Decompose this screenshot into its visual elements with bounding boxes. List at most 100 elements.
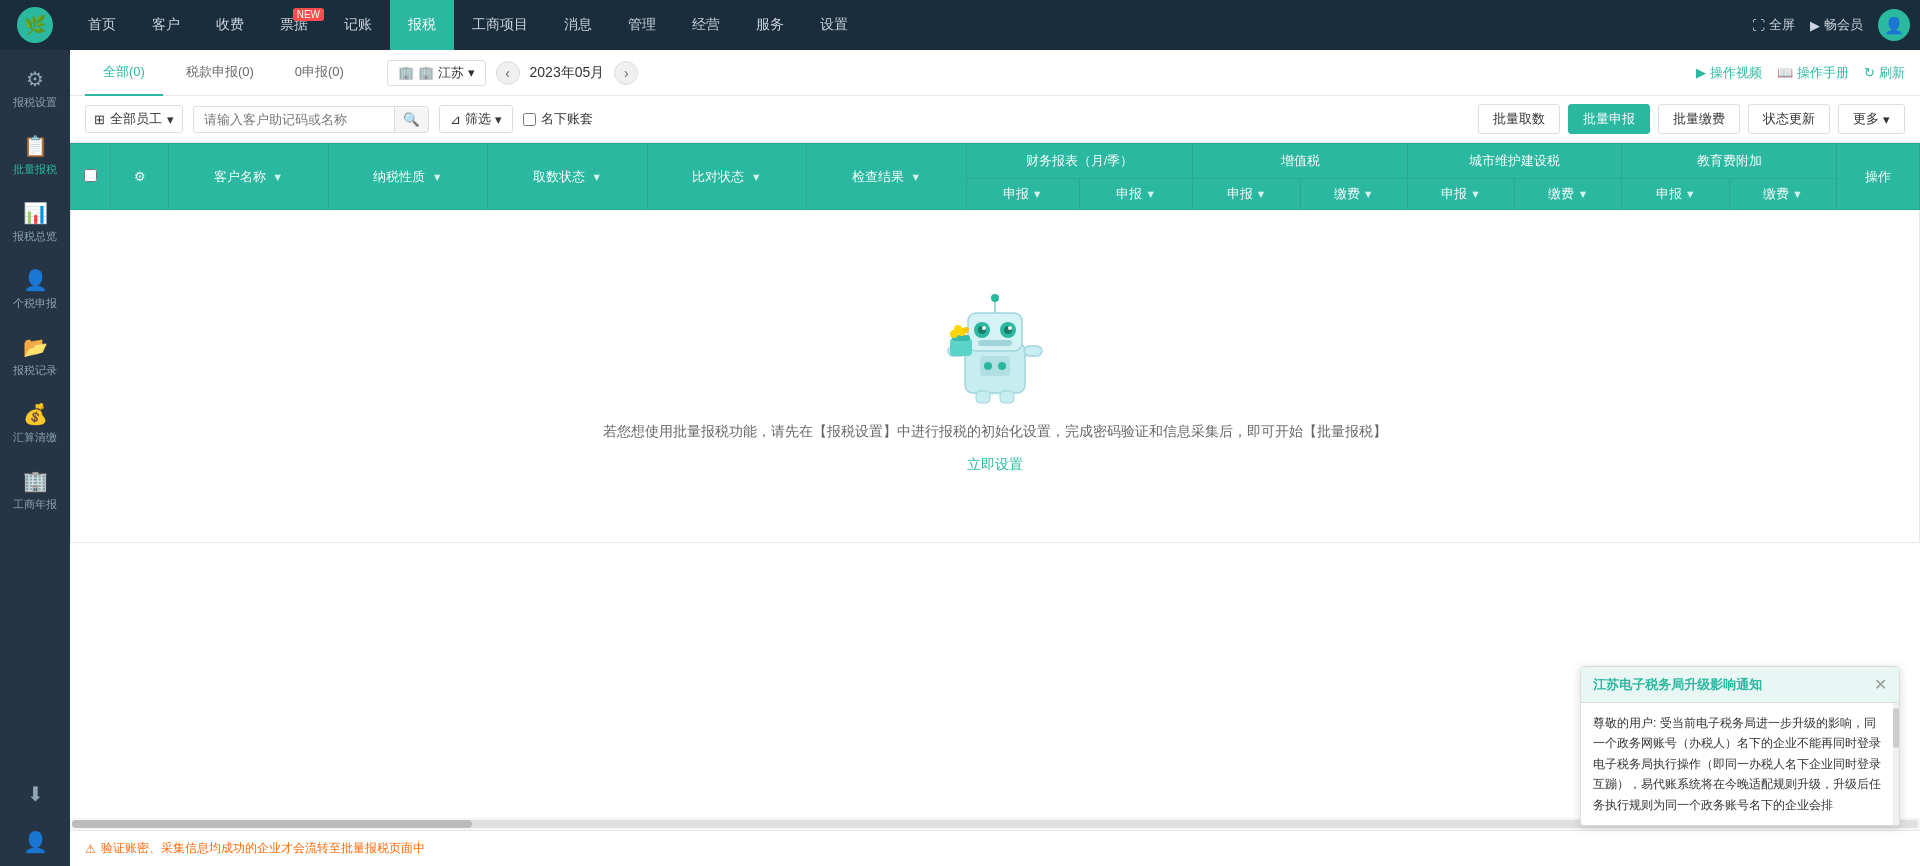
col-vat-pay: 缴费▼	[1300, 179, 1407, 210]
next-month-btn[interactable]: ›	[614, 61, 638, 85]
svg-point-7	[982, 326, 986, 330]
nav-home[interactable]: 首页	[70, 0, 134, 50]
sidebar-item-tax-settings[interactable]: ⚙ 报税设置	[0, 55, 70, 122]
toolbar-right: 批量取数 批量申报 批量缴费 状态更新 更多 ▾	[1478, 104, 1905, 134]
refresh-icon: ↻	[1864, 65, 1875, 80]
col-vat: 增值税	[1193, 144, 1408, 179]
setup-link[interactable]: 立即设置	[967, 456, 1023, 474]
sidebar-item-personal-tax[interactable]: 👤 个税申报	[0, 256, 70, 323]
svg-point-22	[998, 362, 1006, 370]
notification-scrollbar[interactable]	[1893, 703, 1899, 825]
svg-rect-23	[976, 391, 990, 403]
batch-fetch-button[interactable]: 批量取数	[1478, 104, 1560, 134]
filter-button[interactable]: ⊿ 筛选 ▾	[439, 105, 513, 133]
chevron-down-icon: ▾	[1883, 112, 1890, 127]
col-financial-declare: 申报▼	[966, 179, 1079, 210]
col-financial-pay: 申报▼	[1079, 179, 1192, 210]
select-all-checkbox[interactable]	[84, 169, 97, 182]
sidebar-item-download[interactable]: ⬇	[0, 770, 70, 818]
account-checkbox[interactable]: 名下账套	[523, 110, 593, 128]
fullscreen-btn[interactable]: ⛶ 全屏	[1752, 16, 1795, 34]
nav-business[interactable]: 工商项目	[454, 0, 546, 50]
video-icon: ▶	[1696, 65, 1706, 80]
scroll-thumb	[1893, 708, 1899, 748]
nav-settings[interactable]: 设置	[802, 0, 866, 50]
refresh-btn[interactable]: ↻ 刷新	[1864, 64, 1905, 82]
svg-rect-24	[1000, 391, 1014, 403]
tab-zero-declare[interactable]: 0申报(0)	[277, 50, 362, 96]
tab-all[interactable]: 全部(0)	[85, 50, 163, 96]
svg-point-19	[963, 327, 969, 333]
user-icon: 👤	[23, 830, 48, 854]
settings-col-icon: ⚙	[134, 169, 146, 184]
col-education-surcharge: 教育费附加	[1622, 144, 1837, 179]
status-update-button[interactable]: 状态更新	[1748, 104, 1830, 134]
tab-declare[interactable]: 税款申报(0)	[168, 50, 272, 96]
more-button[interactable]: 更多 ▾	[1838, 104, 1905, 134]
checkbox-input[interactable]	[523, 113, 536, 126]
current-date: 2023年05月	[530, 64, 605, 82]
play-icon: ▶	[1810, 18, 1820, 33]
filter-icon: ▼	[910, 171, 921, 183]
user-avatar[interactable]: 👤	[1878, 9, 1910, 41]
col-financial-report: 财务报表（月/季）	[966, 144, 1193, 179]
nav-tax[interactable]: 报税	[390, 0, 454, 50]
chevron-down-icon: ▾	[495, 112, 502, 127]
search-button[interactable]: 🔍	[394, 107, 428, 132]
col-urban-declare: 申报▼	[1407, 179, 1514, 210]
fullscreen-icon: ⛶	[1752, 18, 1765, 33]
col-customer-name: 客户名称 ▼	[169, 144, 329, 210]
nav-service[interactable]: 服务	[738, 0, 802, 50]
nav-accounting[interactable]: 记账	[326, 0, 390, 50]
empty-message: 若您想使用批量报税功能，请先在【报税设置】中进行报税的初始化设置，完成密码验证和…	[603, 423, 1387, 441]
svg-rect-11	[978, 340, 1012, 346]
filter-icon: ▼	[272, 171, 283, 183]
tabs-bar: 全部(0) 税款申报(0) 0申报(0) 🏢 🏢 江苏 ▾ ‹ 2023年05月…	[70, 50, 1920, 96]
bottom-bar: ⚠ 验证账密、采集信息均成功的企业才会流转至批量报税页面中	[70, 830, 1920, 866]
settings-icon: ⚙	[26, 67, 44, 91]
employee-filter[interactable]: ⊞ 全部员工 ▾	[85, 105, 183, 133]
svg-point-18	[954, 325, 962, 333]
svg-point-8	[1008, 326, 1012, 330]
sidebar-item-annual-report[interactable]: 🏢 工商年报	[0, 457, 70, 524]
logo[interactable]: 🌿	[10, 5, 60, 45]
sidebar-item-tax-record[interactable]: 📂 报税记录	[0, 323, 70, 390]
operation-manual-btn[interactable]: 📖 操作手册	[1777, 64, 1849, 82]
region-select[interactable]: 🏢 🏢 江苏 ▾	[387, 60, 486, 86]
top-navigation: 🌿 首页 客户 收费 票据 NEW 记账 报税 工商项目 消息 管理 经营 服务…	[0, 0, 1920, 50]
sidebar-item-settlement[interactable]: 💰 汇算清缴	[0, 390, 70, 457]
nav-items: 首页 客户 收费 票据 NEW 记账 报税 工商项目 消息 管理 经营 服务 设…	[70, 0, 1752, 50]
warning-icon: ⚠	[85, 842, 96, 856]
tabs-date-area: 🏢 🏢 江苏 ▾ ‹ 2023年05月 ›	[387, 60, 638, 86]
nav-manage[interactable]: 管理	[610, 0, 674, 50]
robot-illustration	[930, 278, 1060, 408]
filter-icon: ▼	[591, 171, 602, 183]
col-vat-declare: 申报▼	[1193, 179, 1300, 210]
bottom-warning-text: 验证账密、采集信息均成功的企业才会流转至批量报税页面中	[101, 840, 425, 857]
operation-video-btn[interactable]: ▶ 操作视频	[1696, 64, 1762, 82]
batch-pay-button[interactable]: 批量缴费	[1658, 104, 1740, 134]
nav-invoice[interactable]: 票据 NEW	[262, 0, 326, 50]
search-box: 🔍	[193, 106, 429, 133]
overview-icon: 📊	[23, 201, 48, 225]
member-btn[interactable]: ▶ 畅会员	[1810, 16, 1863, 34]
nav-operation[interactable]: 经营	[674, 0, 738, 50]
col-compare-status: 比对状态 ▼	[647, 144, 807, 210]
person-icon: 👤	[23, 268, 48, 292]
sidebar-item-user[interactable]: 👤	[0, 818, 70, 866]
prev-month-btn[interactable]: ‹	[496, 61, 520, 85]
close-icon[interactable]: ✕	[1874, 675, 1887, 694]
nav-message[interactable]: 消息	[546, 0, 610, 50]
notification-title: 江苏电子税务局升级影响通知	[1593, 676, 1762, 694]
sidebar-bottom: ⬇ 👤	[0, 770, 70, 866]
sidebar-item-batch-tax[interactable]: 📋 批量报税	[0, 122, 70, 189]
notification-body: 尊敬的用户: 受当前电子税务局进一步升级的影响，同一个政务网账号（办税人）名下的…	[1581, 703, 1899, 825]
scroll-thumb	[72, 820, 472, 828]
notification-panel: 江苏电子税务局升级影响通知 ✕ 尊敬的用户: 受当前电子税务局进一步升级的影响，…	[1580, 666, 1900, 826]
batch-declare-button[interactable]: 批量申报	[1568, 104, 1650, 134]
nav-customer[interactable]: 客户	[134, 0, 198, 50]
col-urban-pay: 缴费▼	[1515, 179, 1622, 210]
sidebar-item-tax-overview[interactable]: 📊 报税总览	[0, 189, 70, 256]
search-input[interactable]	[194, 108, 394, 131]
nav-billing[interactable]: 收费	[198, 0, 262, 50]
